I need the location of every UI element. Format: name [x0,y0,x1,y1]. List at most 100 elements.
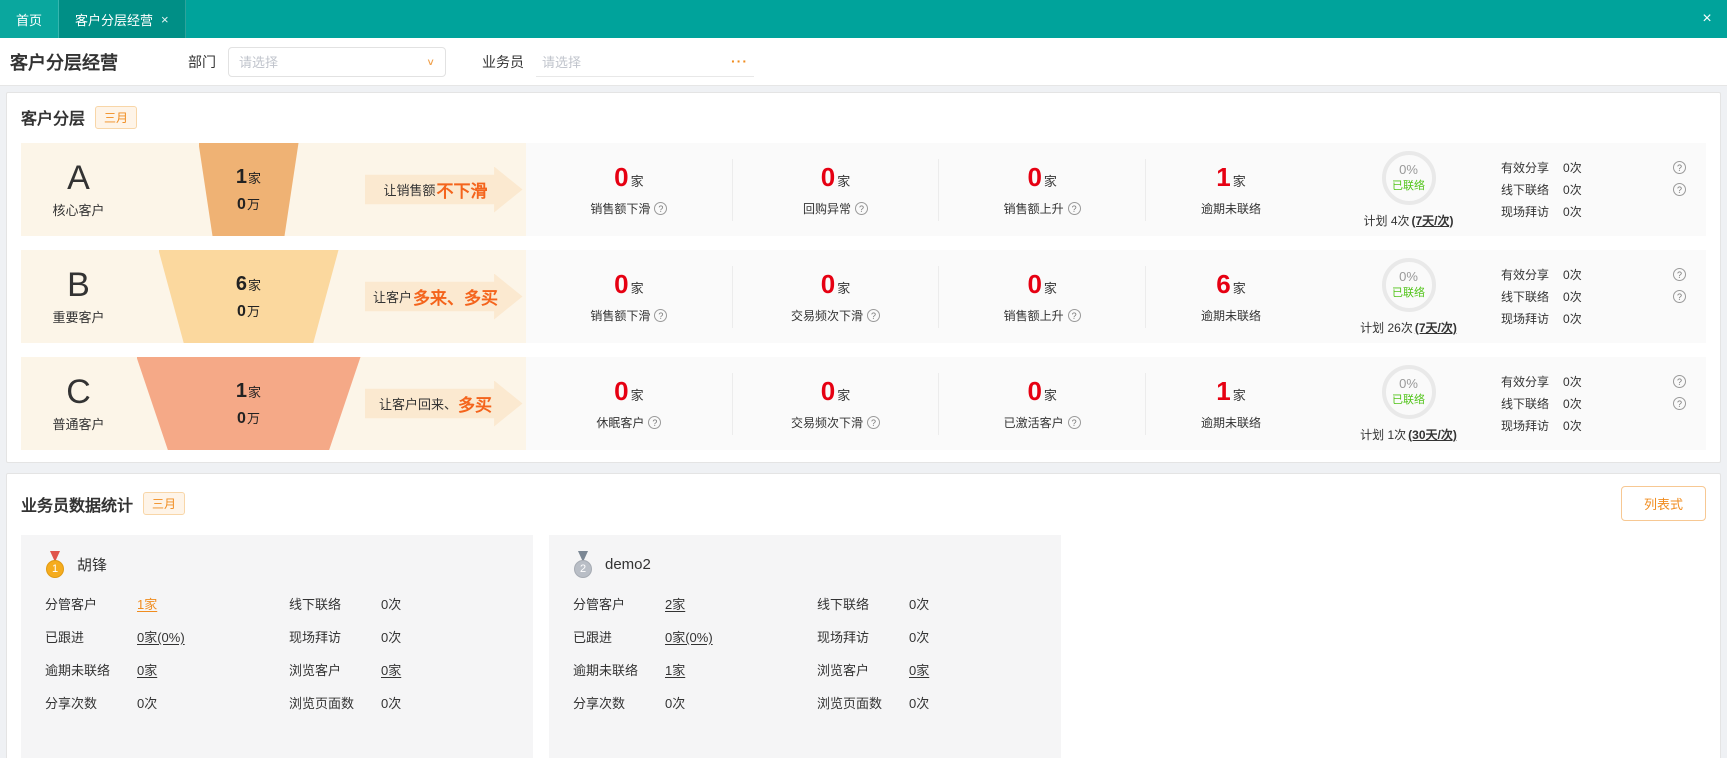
help-icon[interactable]: ? [1067,309,1081,322]
overdue-uncontacted-link[interactable]: 0家 [137,660,289,679]
slogan-arrow-icon: 让客户 多来、多买 [364,273,523,320]
salesman-panels: 1 胡锋 分管客户 1家 线下联络 0次 已跟进 0家(0%) 现场拜访 0次 … [21,535,1706,758]
tier-name: 核心客户 [52,202,105,218]
close-all-icon[interactable]: × [1687,0,1727,38]
segmentation-card: 客户分层 三月 A 核心客户 1家 0万 让销售额 不下滑 0 家 销售额下滑 … [6,92,1721,463]
slogan-highlight: 多来、多买 [413,289,498,308]
help-icon[interactable]: ? [1673,268,1687,281]
funnel-shape: 6家 0万 [158,250,339,343]
slogan-arrow-icon: 让销售额 不下滑 [364,166,523,213]
segmentation-title: 客户分层 [21,111,86,128]
metric: 0家 交易频次下滑? [733,372,940,435]
side-stat-row: 线下联络 0次 ? [1501,288,1687,305]
contact-progress: 0% 已联络 计划 4次 (7天/次) [1316,150,1501,229]
tier-c-funnel-col: 1家 0万 [136,357,361,450]
funnel-count: 1家 [235,165,262,188]
tier-c-left: C 普通客户 [21,357,136,450]
progress-status: 已联络 [1392,394,1426,406]
metric-label: 逾期未联络 [1201,416,1262,430]
chevron-down-icon: ∨ [426,55,435,68]
help-icon[interactable]: ? [1673,375,1687,388]
tier-row-c: C 普通客户 1家 0万 让客户回来、 多买 0 家 休眠客户 ? 0 家 交易… [21,357,1706,450]
tier-row-b: B 重要客户 6家 0万 让客户 多来、多买 0 家 销售额下滑 ? 0 家 交… [21,250,1706,343]
tier-letter: B [67,266,90,305]
month-badge: 三月 [143,492,186,515]
segmentation-card-head: 客户分层 三月 [21,105,1706,129]
department-placeholder: 请选择 [239,55,279,70]
metric-value: 0家 [614,269,644,299]
salesman-input[interactable]: 请选择 ··· [536,47,754,77]
slogan-highlight: 多买 [458,396,492,415]
metric: 0家 回购异常? [733,158,940,221]
tier-a-stats: 0家 销售额下滑? 0家 回购异常? 0家 销售额上升? 1家 逾期未联络 0%… [526,143,1706,236]
metric: 0家 已激活客户? [939,372,1147,435]
help-icon[interactable]: ? [1067,416,1081,429]
silver-medal-icon: 2 [573,551,593,578]
progress-ring: 0% 已联络 [1381,257,1436,312]
metric-label: 销售额上升? [1004,307,1081,324]
metric-label: 逾期未联络 [1201,202,1262,216]
side-stat-row: 有效分享 0次 ? [1501,266,1687,283]
more-dots-icon[interactable]: ··· [731,53,748,69]
metric-label: 已激活客户? [1004,414,1081,431]
progress-status: 已联络 [1392,180,1426,192]
department-select[interactable]: 请选择 ∨ [228,46,446,77]
tab-home[interactable]: 首页 [0,0,60,38]
salesman-label: 业务员 [482,53,524,70]
salesman-panel-head: 1 胡锋 [45,551,509,578]
tab-customer-segmentation[interactable]: 客户分层经营 × [59,0,186,38]
metric: 0家 交易频次下滑? [733,265,940,328]
salesman-card-head: 业务员数据统计 三月 列表式 [21,486,1706,521]
metric-value: 0家 [820,162,851,192]
contact-plan: 计划 26次 (7天/次) [1360,320,1457,335]
metric-label: 销售额下滑? [590,200,668,217]
help-icon[interactable]: ? [648,416,662,429]
help-icon[interactable]: ? [1673,161,1687,174]
funnel-amount: 0万 [237,409,260,427]
help-icon[interactable]: ? [654,309,668,322]
managed-customers-link[interactable]: 2家 [665,594,817,613]
funnel-amount: 0万 [237,302,260,320]
browsed-customers-link[interactable]: 0家 [909,660,1037,679]
metric-label: 交易频次下滑? [791,414,881,431]
side-stats: 有效分享 0次 ? 线下联络 0次 ? 现场拜访 0次 [1501,266,1706,327]
overdue-uncontacted-link[interactable]: 1家 [665,660,817,679]
tier-a-slogan-col: 让销售额 不下滑 [361,143,526,236]
gold-medal-icon: 1 [45,551,65,578]
main-content: 客户分层 三月 A 核心客户 1家 0万 让销售额 不下滑 0 家 销售额下滑 … [0,86,1727,758]
followed-up-link[interactable]: 0家(0%) [665,627,817,646]
top-tab-bar: 首页 客户分层经营 × × [0,0,1727,38]
funnel-shape: 1家 0万 [198,143,299,236]
help-icon[interactable]: ? [1673,183,1687,196]
slogan-arrow-icon: 让客户回来、 多买 [364,380,523,427]
progress-ring: 0% 已联络 [1381,150,1436,205]
help-icon[interactable]: ? [855,202,869,215]
help-icon[interactable]: ? [867,416,881,429]
help-icon[interactable]: ? [654,202,668,215]
contact-plan: 计划 4次 (7天/次) [1363,213,1454,228]
tier-a-left: A 核心客户 [21,143,136,236]
help-icon[interactable]: ? [867,309,881,322]
list-view-button[interactable]: 列表式 [1620,486,1706,521]
tab-close-icon[interactable]: × [161,12,169,27]
browsed-customers-link[interactable]: 0家 [381,660,509,679]
plan-frequency-link[interactable]: (30天/次) [1408,428,1457,442]
help-icon[interactable]: ? [1673,397,1687,410]
tier-b-funnel-col: 6家 0万 [136,250,361,343]
tier-row-a: A 核心客户 1家 0万 让销售额 不下滑 0 家 销售额下滑 ? 0 家 回购… [21,143,1706,236]
tier-b-head: B 重要客户 6家 0万 让客户 多来、多买 [21,250,526,343]
salesman-name: 胡锋 [77,557,108,574]
plan-frequency-link[interactable]: (7天/次) [1415,321,1457,335]
help-icon[interactable]: ? [1673,290,1687,303]
contact-progress: 0% 已联络 计划 26次 (7天/次) [1316,257,1501,336]
plan-frequency-link[interactable]: (7天/次) [1412,214,1454,228]
managed-customers-link[interactable]: 1家 [137,594,289,613]
salesman-panel-2: 2 demo2 分管客户 2家 线下联络 0次 已跟进 0家(0%) 现场拜访 … [549,535,1061,758]
salesman-stat-grid: 分管客户 1家 线下联络 0次 已跟进 0家(0%) 现场拜访 0次 逾期未联络… [45,594,509,712]
metric-value: 0家 [820,269,851,299]
progress-percent: 0% [1399,162,1418,177]
help-icon[interactable]: ? [1067,202,1081,215]
side-stat-row: 现场拜访 0次 [1501,312,1582,326]
followed-up-link[interactable]: 0家(0%) [137,627,289,646]
